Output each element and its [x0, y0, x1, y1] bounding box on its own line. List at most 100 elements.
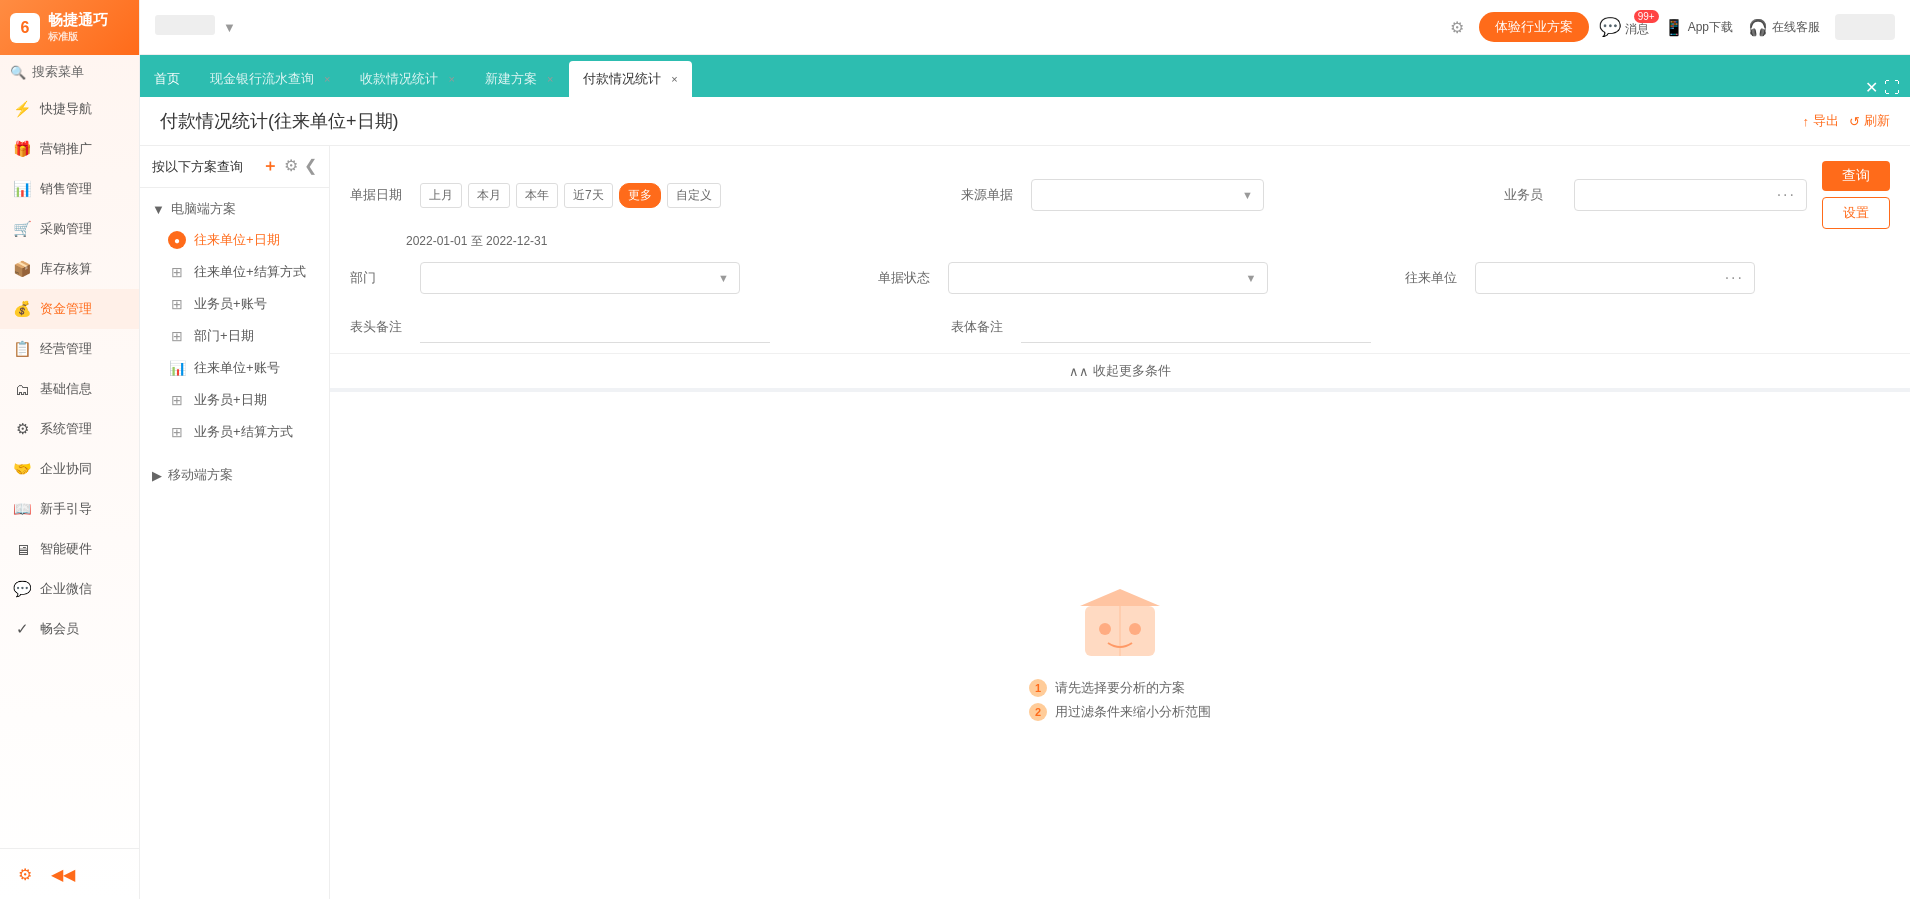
partner-select[interactable]: ··· — [1475, 262, 1755, 294]
sidebar-item-system[interactable]: ⚙ 系统管理 — [0, 409, 139, 449]
sidebar-item-finance[interactable]: 💰 资金管理 — [0, 289, 139, 329]
filter-row-1: 单据日期 上月 本月 本年 近7天 更多 自定义 来源单据 — [350, 161, 1890, 229]
schema-item-partner-account[interactable]: 📊 往来单位+账号 — [140, 352, 329, 384]
svg-point-2 — [1099, 623, 1111, 635]
sidebar-item-vip[interactable]: ✓ 畅会员 — [0, 609, 139, 649]
refresh-icon: ↺ — [1849, 114, 1860, 129]
status-select[interactable]: ▼ — [948, 262, 1268, 294]
headset-icon: 🎧 — [1748, 18, 1768, 37]
tab-payment-stats[interactable]: 付款情况统计 × — [569, 61, 691, 97]
gift-icon: 🎁 — [12, 139, 32, 159]
topbar: ▼ ⚙ 体验行业方案 💬 99+ 消息 📱 App下载 🎧 在线客服 — [140, 0, 1910, 55]
staff-select[interactable]: ··· — [1574, 179, 1807, 211]
tab-home[interactable]: 首页 — [140, 61, 194, 97]
trial-btn[interactable]: 体验行业方案 — [1479, 12, 1589, 42]
export-btn[interactable]: ↑ 导出 — [1803, 112, 1840, 130]
settings-btn[interactable]: 设置 — [1822, 197, 1890, 229]
desktop-group-expand-icon: ▼ — [152, 202, 165, 217]
online-service-btn[interactable]: 🎧 在线客服 — [1748, 18, 1820, 37]
date-btn-last-month[interactable]: 上月 — [420, 183, 462, 208]
partner-dots-btn[interactable]: ··· — [1725, 269, 1744, 287]
partner-label: 往来单位 — [1405, 269, 1460, 287]
app-logo-icon: 6 — [10, 13, 40, 43]
tab-close-all-icon[interactable]: ✕ — [1865, 78, 1878, 97]
sidebar-settings-btn[interactable]: ⚙ — [10, 859, 40, 889]
schema-item-partner-date[interactable]: ● 往来单位+日期 — [140, 224, 329, 256]
app-download-btn[interactable]: 📱 App下载 — [1664, 18, 1733, 37]
settings-gear-icon[interactable]: ⚙ — [1450, 18, 1464, 37]
date-btn-more[interactable]: 更多 — [619, 183, 661, 208]
tab-bank-flow[interactable]: 现金银行流水查询 × — [196, 61, 344, 97]
sidebar-item-quick-nav[interactable]: ⚡ 快捷导航 — [0, 89, 139, 129]
results-area: 1 请先选择要分析的方案 2 用过滤条件来缩小分析范围 — [330, 392, 1910, 899]
query-btn[interactable]: 查询 — [1822, 161, 1890, 191]
schema-table-icon-1: ⊞ — [168, 263, 186, 281]
message-btn[interactable]: 💬 99+ 消息 — [1599, 16, 1649, 38]
dept-label: 部门 — [350, 269, 405, 287]
sidebar-item-hardware[interactable]: 🖥 智能硬件 — [0, 529, 139, 569]
user-avatar[interactable] — [1835, 14, 1895, 40]
collapse-left-icon[interactable]: ❮ — [304, 156, 317, 177]
source-label: 来源单据 — [961, 186, 1016, 204]
hint-item-2: 2 用过滤条件来缩小分析范围 — [1029, 703, 1211, 721]
chevron-up-icon: ∧∧ — [1069, 364, 1089, 379]
sidebar-item-purchase[interactable]: 🛒 采购管理 — [0, 209, 139, 249]
sidebar-item-wechat[interactable]: 💬 企业微信 — [0, 569, 139, 609]
hint-item-1: 1 请先选择要分析的方案 — [1029, 679, 1211, 697]
sidebar-item-sales[interactable]: 📊 销售管理 — [0, 169, 139, 209]
source-select[interactable]: ▼ — [1031, 179, 1264, 211]
left-panel: 按以下方案查询 ＋ ⚙ ❮ ▼ 电脑端方案 ● 往来单位+日期 — [140, 146, 330, 899]
breadcrumb-dropdown[interactable]: ▼ — [223, 20, 236, 35]
sidebar-item-basic[interactable]: 🗂 基础信息 — [0, 369, 139, 409]
date-btn-7days[interactable]: 近7天 — [564, 183, 613, 208]
date-btn-this-year[interactable]: 本年 — [516, 183, 558, 208]
collapse-more-btn[interactable]: ∧∧ 收起更多条件 — [1069, 362, 1171, 380]
empty-state: 1 请先选择要分析的方案 2 用过滤条件来缩小分析范围 — [1029, 571, 1211, 721]
tab-payment-stats-close[interactable]: × — [671, 73, 677, 85]
schema-settings-icon[interactable]: ⚙ — [284, 156, 298, 177]
mobile-group-header[interactable]: ▶ 移动端方案 — [140, 460, 329, 490]
tab-receipt-stats[interactable]: 收款情况统计 × — [346, 61, 468, 97]
date-label: 单据日期 — [350, 186, 405, 204]
sidebar-collapse-btn[interactable]: ◀◀ — [48, 859, 78, 889]
head-note-label: 表头备注 — [350, 318, 405, 336]
staff-dots-btn[interactable]: ··· — [1777, 186, 1796, 204]
status-select-arrow: ▼ — [1246, 272, 1257, 284]
tab-receipt-stats-close[interactable]: × — [448, 73, 454, 85]
tab-maximize-icon[interactable]: ⛶ — [1884, 79, 1900, 97]
search-menu[interactable]: 🔍 搜索菜单 — [0, 55, 139, 89]
schema-item-partner-settle[interactable]: ⊞ 往来单位+结算方式 — [140, 256, 329, 288]
right-filter-wrapper: 单据日期 上月 本月 本年 近7天 更多 自定义 来源单据 — [330, 146, 1910, 899]
date-btn-custom[interactable]: 自定义 — [667, 183, 721, 208]
monitor-icon: 🖥 — [12, 539, 32, 559]
sidebar-item-operation[interactable]: 📋 经营管理 — [0, 329, 139, 369]
head-note-input[interactable] — [420, 311, 770, 343]
tab-new-plan-close[interactable]: × — [547, 73, 553, 85]
sidebar-item-marketing[interactable]: 🎁 营销推广 — [0, 129, 139, 169]
vip-icon: ✓ — [12, 619, 32, 639]
svg-marker-1 — [1080, 589, 1160, 606]
page-title: 付款情况统计(往来单位+日期) — [160, 109, 399, 133]
sidebar-item-inventory[interactable]: 📦 库存核算 — [0, 249, 139, 289]
add-schema-icon[interactable]: ＋ — [262, 156, 278, 177]
hint-num-2: 2 — [1029, 703, 1047, 721]
schema-active-icon: ● — [168, 231, 186, 249]
body-note-input[interactable] — [1021, 311, 1371, 343]
schema-table-icon-3: ⊞ — [168, 327, 186, 345]
schema-item-staff-settle[interactable]: ⊞ 业务员+结算方式 — [140, 416, 329, 448]
schema-item-dept-date[interactable]: ⊞ 部门+日期 — [140, 320, 329, 352]
schema-item-staff-account[interactable]: ⊞ 业务员+账号 — [140, 288, 329, 320]
sidebar-item-enterprise[interactable]: 🤝 企业协同 — [0, 449, 139, 489]
desktop-group-header[interactable]: ▼ 电脑端方案 — [140, 194, 329, 224]
dept-select[interactable]: ▼ — [420, 262, 740, 294]
schema-table-icon-4: ⊞ — [168, 391, 186, 409]
schema-item-staff-date[interactable]: ⊞ 业务员+日期 — [140, 384, 329, 416]
schema-table-icon-5: ⊞ — [168, 423, 186, 441]
tab-bank-flow-close[interactable]: × — [324, 73, 330, 85]
date-btn-this-month[interactable]: 本月 — [468, 183, 510, 208]
refresh-btn[interactable]: ↺ 刷新 — [1849, 112, 1890, 130]
sidebar-item-guide[interactable]: 📖 新手引导 — [0, 489, 139, 529]
main-area: ▼ ⚙ 体验行业方案 💬 99+ 消息 📱 App下载 🎧 在线客服 — [140, 0, 1910, 899]
tab-new-plan[interactable]: 新建方案 × — [471, 61, 567, 97]
cart-icon: 🛒 — [12, 219, 32, 239]
